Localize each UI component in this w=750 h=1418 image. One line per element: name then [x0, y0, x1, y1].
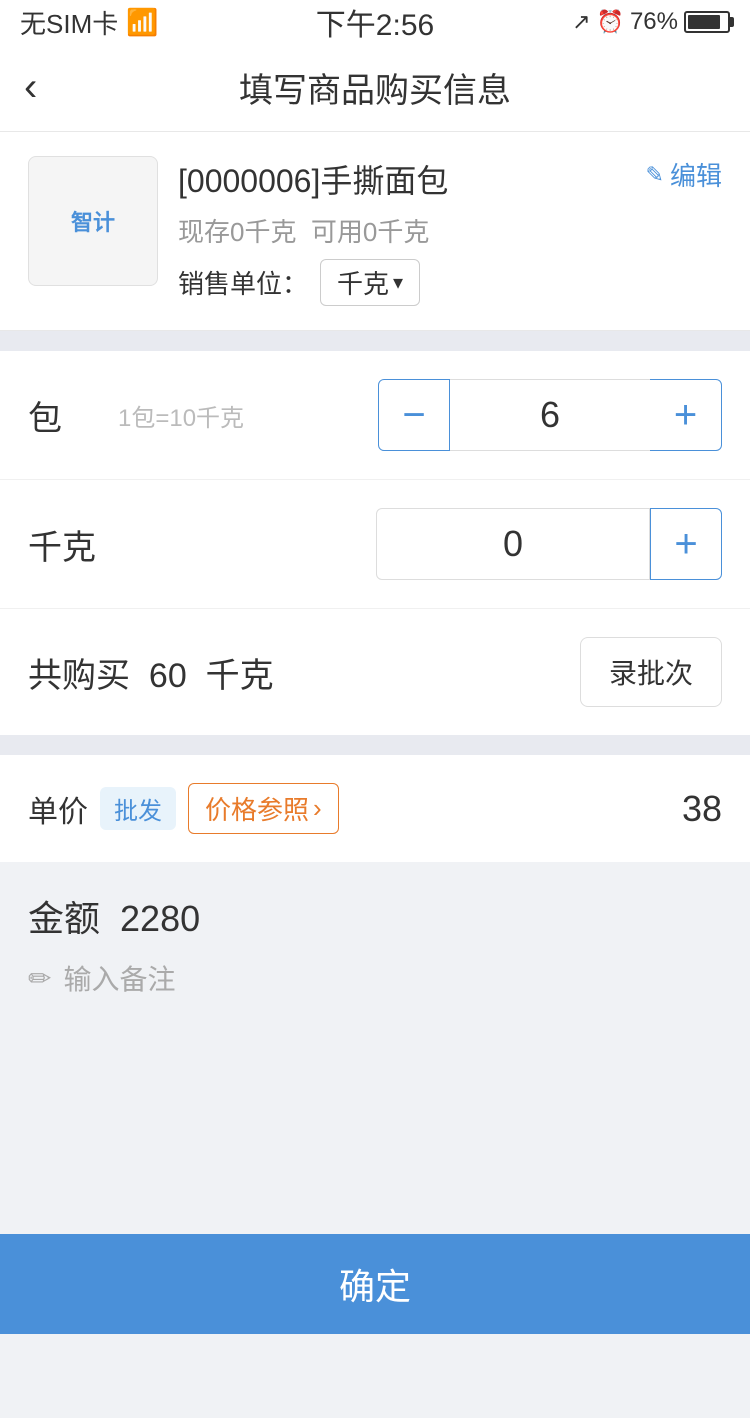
note-placeholder: 输入备注: [63, 958, 175, 998]
wifi-icon: 📶: [126, 7, 158, 38]
plus-icon: +: [674, 393, 697, 438]
location-icon: ↗: [572, 9, 590, 35]
price-badge: 批发: [100, 787, 176, 830]
section-divider-2: [0, 735, 750, 755]
kg-input[interactable]: [376, 508, 650, 580]
status-bar: 无SIM卡 📶 下午2:56 ↗ ⏰ 76%: [0, 0, 750, 44]
product-thumb-label: 智计: [71, 205, 115, 237]
product-card: 智计 [0000006]手撕面包 ✎ 编辑 现存0千克 可用0千克 销售单位： …: [0, 132, 750, 331]
amount-section: 金额 2280 ✏ 输入备注: [0, 862, 750, 1038]
section-divider-1: [0, 331, 750, 351]
kg-row: 千克 +: [0, 480, 750, 609]
confirm-bar[interactable]: 确定: [0, 1234, 750, 1334]
battery-icon: [684, 11, 730, 33]
kg-stepper: +: [376, 508, 722, 580]
total-row: 共购买 60 千克 录批次: [0, 609, 750, 735]
battery-percent: 76%: [630, 8, 678, 36]
chevron-down-icon: ▾: [393, 270, 403, 295]
product-info: [0000006]手撕面包 ✎ 编辑 现存0千克 可用0千克 销售单位： 千克 …: [178, 156, 722, 306]
kg-label: 千克: [28, 520, 108, 569]
input-section: 包 1包=10千克 − + 千克 +: [0, 351, 750, 609]
edit-button[interactable]: ✎ 编辑: [646, 156, 722, 193]
back-button[interactable]: ‹: [24, 65, 37, 110]
package-label: 包: [28, 391, 108, 440]
alarm-icon: ⏰: [597, 9, 624, 35]
product-stock: 现存0千克 可用0千克: [178, 212, 722, 249]
price-value: 38: [682, 788, 722, 830]
chevron-right-icon: ›: [313, 793, 322, 824]
status-time: 下午2:56: [316, 0, 434, 44]
package-stepper: − +: [378, 379, 722, 451]
kg-plus-icon: +: [674, 522, 697, 567]
unit-select[interactable]: 千克 ▾: [320, 259, 420, 306]
package-input[interactable]: [450, 379, 650, 451]
package-row: 包 1包=10千克 − +: [0, 351, 750, 480]
status-carrier: 无SIM卡 📶: [20, 4, 159, 41]
product-unit-row: 销售单位： 千克 ▾: [178, 259, 722, 306]
total-text: 共购买 60 千克: [28, 648, 580, 697]
package-minus-button[interactable]: −: [378, 379, 450, 451]
batch-button[interactable]: 录批次: [580, 637, 722, 707]
price-section: 单价 批发 价格参照 › 38: [0, 755, 750, 862]
page-title: 填写商品购买信息: [239, 63, 511, 112]
note-row[interactable]: ✏ 输入备注: [28, 958, 722, 1018]
status-right: ↗ ⏰ 76%: [572, 8, 730, 36]
nav-bar: ‹ 填写商品购买信息: [0, 44, 750, 132]
price-label: 单价: [28, 787, 88, 831]
product-name: [0000006]手撕面包: [178, 156, 448, 202]
package-plus-button[interactable]: +: [650, 379, 722, 451]
pencil-icon: ✏: [28, 962, 51, 995]
bottom-fill: [0, 1038, 750, 1418]
price-ref-button[interactable]: 价格参照 ›: [188, 783, 339, 834]
confirm-button[interactable]: 确定: [339, 1258, 411, 1310]
amount-row: 金额 2280: [28, 890, 722, 942]
minus-icon: −: [402, 393, 425, 438]
product-thumbnail: 智计: [28, 156, 158, 286]
package-hint: 1包=10千克: [118, 398, 378, 433]
kg-plus-button[interactable]: +: [650, 508, 722, 580]
